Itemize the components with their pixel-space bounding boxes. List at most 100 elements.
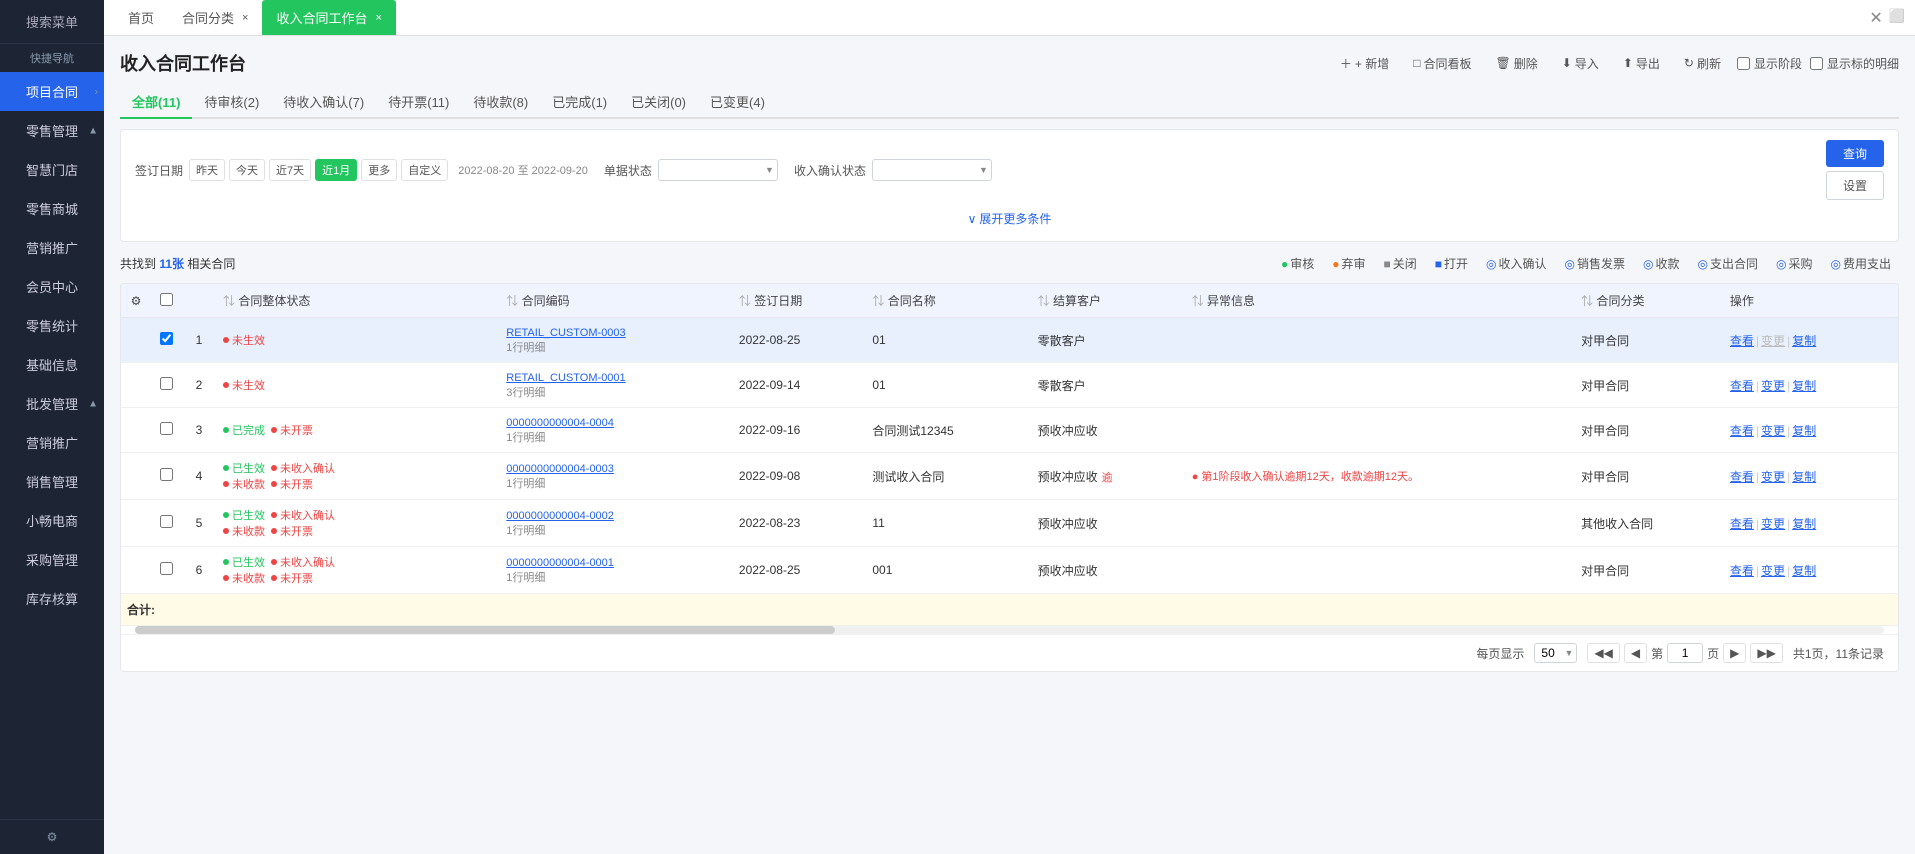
date-btn-last1month[interactable]: 近1月 bbox=[315, 159, 357, 181]
sidebar-item-project-contract[interactable]: 项目合同 › bbox=[0, 72, 104, 111]
op-复制-link[interactable]: 复制 bbox=[1792, 379, 1816, 393]
first-page-btn[interactable]: ◀◀ bbox=[1587, 643, 1619, 663]
sidebar-item-sales-mgmt[interactable]: 销售管理 bbox=[0, 462, 104, 501]
tab-income-contract[interactable]: 收入合同工作台 × bbox=[262, 0, 395, 35]
tab-home[interactable]: 首页 bbox=[114, 0, 168, 35]
row-checkbox[interactable] bbox=[160, 332, 173, 345]
op-复制-link[interactable]: 复制 bbox=[1792, 424, 1816, 438]
filter-tab-pending-invoice[interactable]: 待开票(11) bbox=[376, 86, 461, 119]
date-btn-today[interactable]: 今天 bbox=[229, 159, 265, 181]
prev-page-btn[interactable]: ◀ bbox=[1624, 643, 1647, 663]
op-查看-link[interactable]: 查看 bbox=[1730, 564, 1754, 578]
filter-tab-pending-review[interactable]: 待审核(2) bbox=[192, 86, 271, 119]
dashboard-button[interactable]: □ 合同看板 bbox=[1405, 51, 1479, 76]
search-settings-button[interactable]: 设置 bbox=[1826, 171, 1884, 200]
export-button[interactable]: ⬆ 导出 bbox=[1615, 51, 1668, 76]
next-page-btn[interactable]: ▶ bbox=[1723, 643, 1746, 663]
query-button[interactable]: 查询 bbox=[1826, 140, 1884, 167]
date-btn-more[interactable]: 更多 bbox=[361, 159, 397, 181]
date-btn-custom[interactable]: 自定义 bbox=[401, 159, 448, 181]
expense-contract-btn[interactable]: ◎ 支出合同 bbox=[1690, 252, 1767, 275]
select-all-checkbox[interactable] bbox=[160, 293, 173, 306]
sidebar-item-wholesale-mgmt[interactable]: 批发管理 ▲ bbox=[0, 384, 104, 423]
contract-code-link[interactable]: 0000000000004-0003 bbox=[506, 463, 614, 475]
doc-status-select[interactable] bbox=[658, 159, 778, 181]
sidebar-item-retail-stats[interactable]: 零售统计 bbox=[0, 306, 104, 345]
sidebar-item-inventory[interactable]: 库存核算 bbox=[0, 579, 104, 618]
row-checkbox[interactable] bbox=[160, 515, 173, 528]
sidebar-item-smart-store[interactable]: 智慧门店 bbox=[0, 150, 104, 189]
row-checkbox[interactable] bbox=[160, 377, 173, 390]
op-变更-link[interactable]: 变更 bbox=[1761, 379, 1785, 393]
scrollbar-thumb[interactable] bbox=[135, 626, 835, 634]
delete-button[interactable]: 🗑 删除 bbox=[1487, 51, 1545, 76]
filter-tab-changed[interactable]: 已变更(4) bbox=[698, 86, 777, 119]
date-btn-yesterday[interactable]: 昨天 bbox=[189, 159, 225, 181]
contract-code-link[interactable]: RETAIL_CUSTOM-0003 bbox=[506, 327, 625, 339]
last-page-btn[interactable]: ▶▶ bbox=[1750, 643, 1782, 663]
op-复制-link[interactable]: 复制 bbox=[1792, 470, 1816, 484]
row-checkbox[interactable] bbox=[160, 422, 173, 435]
date-btn-last7[interactable]: 近7天 bbox=[269, 159, 311, 181]
sidebar-item-retail-mall[interactable]: 零售商城 bbox=[0, 189, 104, 228]
sidebar-item-retail-mgmt[interactable]: 零售管理 ▲ bbox=[0, 111, 104, 150]
sidebar-item-quick-nav[interactable]: 快捷导航 bbox=[0, 44, 104, 72]
op-变更-link[interactable]: 变更 bbox=[1761, 517, 1785, 531]
sidebar-item-purchase-mgmt[interactable]: 采购管理 bbox=[0, 540, 104, 579]
contract-code-link[interactable]: 0000000000004-0001 bbox=[506, 557, 614, 569]
import-button[interactable]: ⬇ 导入 bbox=[1554, 51, 1607, 76]
op-变更-link[interactable]: 变更 bbox=[1761, 470, 1785, 484]
contract-code-link[interactable]: RETAIL_CUSTOM-0001 bbox=[506, 372, 625, 384]
new-button[interactable]: ＋ + 新增 bbox=[1332, 51, 1397, 76]
horizontal-scrollbar[interactable] bbox=[135, 626, 1884, 634]
fee-expense-btn[interactable]: ◎ 费用支出 bbox=[1823, 252, 1900, 275]
op-查看-link[interactable]: 查看 bbox=[1730, 424, 1754, 438]
op-变更-link[interactable]: 变更 bbox=[1761, 334, 1785, 348]
sidebar-item-marketing[interactable]: 营销推广 bbox=[0, 228, 104, 267]
sidebar-item-marketing2[interactable]: 营销推广 bbox=[0, 423, 104, 462]
sidebar-item-xiaochange[interactable]: 小畅电商 bbox=[0, 501, 104, 540]
close-window-button[interactable]: ✕ bbox=[1869, 8, 1882, 28]
sales-invoice-btn[interactable]: ◎ 销售发票 bbox=[1557, 252, 1634, 275]
op-查看-link[interactable]: 查看 bbox=[1730, 470, 1754, 484]
contract-code-link[interactable]: 0000000000004-0004 bbox=[506, 417, 614, 429]
sidebar-settings-button[interactable]: ⚙ bbox=[0, 819, 104, 854]
income-confirm-select[interactable] bbox=[872, 159, 992, 181]
open-btn[interactable]: ■ 打开 bbox=[1427, 252, 1476, 275]
purchase-btn[interactable]: ◎ 采购 bbox=[1768, 252, 1821, 275]
filter-tab-all[interactable]: 全部(11) bbox=[120, 86, 192, 119]
expand-more-btn[interactable]: ∨ 展开更多条件 bbox=[968, 206, 1052, 231]
filter-tab-pending-payment[interactable]: 待收款(8) bbox=[461, 86, 540, 119]
maximize-window-button[interactable]: ⬜ bbox=[1889, 8, 1905, 28]
op-查看-link[interactable]: 查看 bbox=[1730, 379, 1754, 393]
op-查看-link[interactable]: 查看 bbox=[1730, 517, 1754, 531]
abandon-btn[interactable]: ● 弃审 bbox=[1324, 252, 1373, 275]
op-复制-link[interactable]: 复制 bbox=[1792, 564, 1816, 578]
filter-tab-pending-income-confirm[interactable]: 待收入确认(7) bbox=[271, 86, 376, 119]
sidebar-search[interactable]: 搜索菜单 bbox=[0, 0, 104, 44]
payment-btn[interactable]: ◎ 收款 bbox=[1635, 252, 1688, 275]
page-input[interactable] bbox=[1667, 643, 1703, 663]
review-btn[interactable]: ● 审核 bbox=[1273, 252, 1322, 275]
close-btn[interactable]: ■ 关闭 bbox=[1375, 252, 1424, 275]
show-fields-checkbox[interactable] bbox=[1737, 57, 1750, 70]
sidebar-item-member-center[interactable]: 会员中心 bbox=[0, 267, 104, 306]
tab-close-contract-category[interactable]: × bbox=[242, 12, 248, 24]
show-detail-checkbox[interactable] bbox=[1810, 57, 1823, 70]
col-settings[interactable]: ⚙ bbox=[121, 284, 151, 318]
row-checkbox[interactable] bbox=[160, 562, 173, 575]
tab-close-income-contract[interactable]: × bbox=[375, 12, 381, 24]
op-变更-link[interactable]: 变更 bbox=[1761, 564, 1785, 578]
tab-contract-category[interactable]: 合同分类 × bbox=[168, 0, 262, 35]
op-复制-link[interactable]: 复制 bbox=[1792, 334, 1816, 348]
page-size-select[interactable]: 50 20 100 bbox=[1534, 643, 1577, 663]
op-变更-link[interactable]: 变更 bbox=[1761, 424, 1785, 438]
filter-tab-completed[interactable]: 已完成(1) bbox=[540, 86, 619, 119]
row-checkbox[interactable] bbox=[160, 468, 173, 481]
income-confirm-btn[interactable]: ◎ 收入确认 bbox=[1478, 252, 1555, 275]
op-复制-link[interactable]: 复制 bbox=[1792, 517, 1816, 531]
op-查看-link[interactable]: 查看 bbox=[1730, 334, 1754, 348]
contract-code-link[interactable]: 0000000000004-0002 bbox=[506, 510, 614, 522]
refresh-button[interactable]: ↻ 刷新 bbox=[1676, 51, 1729, 76]
filter-tab-closed[interactable]: 已关闭(0) bbox=[619, 86, 698, 119]
